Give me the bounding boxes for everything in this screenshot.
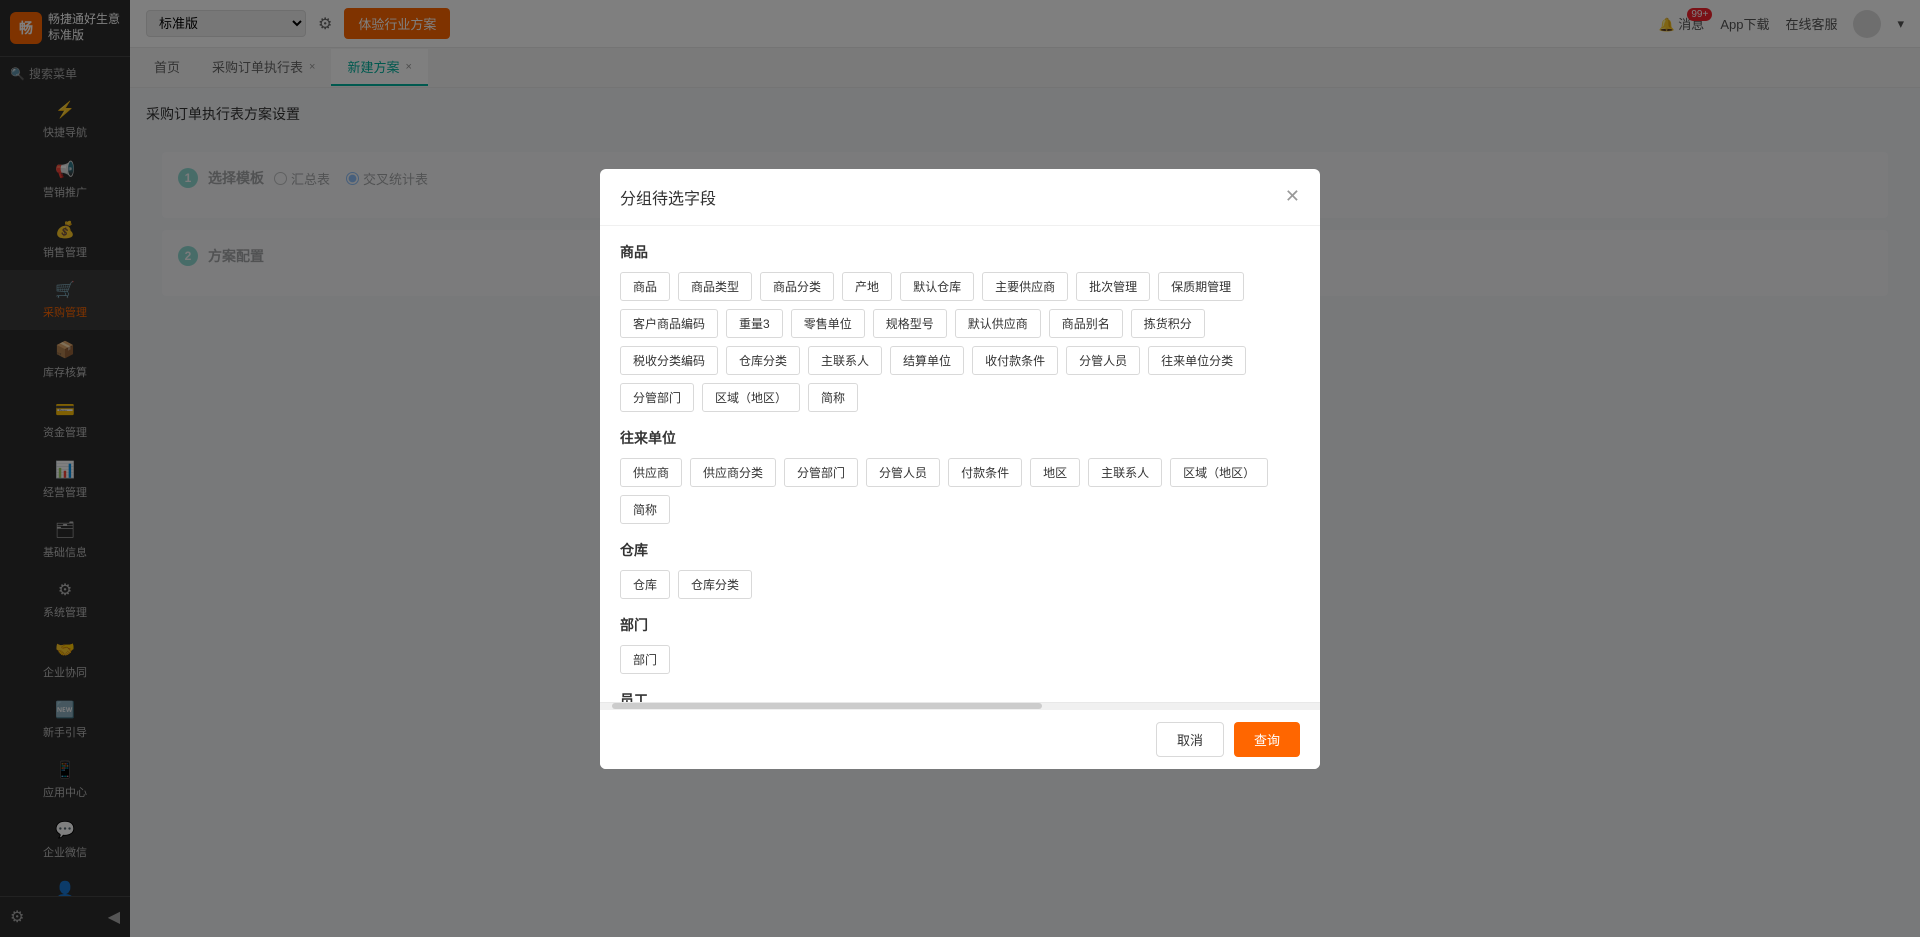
modal-footer: 取消 查询 — [600, 709, 1320, 769]
field-tag[interactable]: 分管人员 — [866, 458, 940, 487]
field-tag[interactable]: 地区 — [1030, 458, 1080, 487]
field-tag[interactable]: 主要供应商 — [982, 272, 1068, 301]
content: 采购订单执行表方案设置 1 选择模板 汇总表 交叉统计表 2 — [130, 88, 1920, 937]
section-product-fields: 商品 商品类型 商品分类 产地 默认仓库 主要供应商 批次管理 保质期管理 客户… — [620, 272, 1300, 412]
section-warehouse-title: 仓库 — [620, 540, 1300, 560]
field-tag[interactable]: 简称 — [808, 383, 858, 412]
modal-close-btn[interactable]: ✕ — [1285, 186, 1300, 207]
field-tag[interactable]: 部门 — [620, 645, 670, 674]
section-partner-title: 往来单位 — [620, 428, 1300, 448]
field-tag[interactable]: 商品类型 — [678, 272, 752, 301]
field-tag[interactable]: 分管人员 — [1066, 346, 1140, 375]
field-tag[interactable]: 仓库分类 — [678, 570, 752, 599]
field-select-modal: 分组待选字段 ✕ 商品 商品 商品类型 商品分类 产地 默认 — [600, 169, 1320, 769]
field-tag[interactable]: 供应商 — [620, 458, 682, 487]
field-tag[interactable]: 零售单位 — [791, 309, 865, 338]
field-tag[interactable]: 主联系人 — [808, 346, 882, 375]
hscroll-thumb — [612, 703, 1042, 709]
main-area: 标准版 ⚙ 体验行业方案 🔔 99+ 消息 App下载 在线客服 ▾ 首页 — [130, 0, 1920, 937]
field-tag[interactable]: 税收分类编码 — [620, 346, 718, 375]
modal-title: 分组待选字段 — [620, 185, 716, 209]
modal-header: 分组待选字段 ✕ — [600, 169, 1320, 226]
section-department-title: 部门 — [620, 615, 1300, 635]
section-partner-fields: 供应商 供应商分类 分管部门 分管人员 付款条件 地区 主联系人 区域（地区） … — [620, 458, 1300, 524]
section-department-fields: 部门 — [620, 645, 1300, 674]
field-tag[interactable]: 保质期管理 — [1158, 272, 1244, 301]
confirm-button[interactable]: 查询 — [1234, 722, 1300, 757]
section-warehouse: 仓库 仓库 仓库分类 — [620, 540, 1300, 599]
field-tag[interactable]: 往来单位分类 — [1148, 346, 1246, 375]
field-tag[interactable]: 供应商分类 — [690, 458, 776, 487]
field-tag[interactable]: 付款条件 — [948, 458, 1022, 487]
field-tag[interactable]: 默认供应商 — [955, 309, 1041, 338]
field-tag[interactable]: 拣货积分 — [1131, 309, 1205, 338]
modal-overlay: 分组待选字段 ✕ 商品 商品 商品类型 商品分类 产地 默认 — [130, 88, 1920, 937]
field-tag[interactable]: 商品 — [620, 272, 670, 301]
field-tag[interactable]: 重量3 — [726, 309, 783, 338]
field-tag[interactable]: 批次管理 — [1076, 272, 1150, 301]
field-tag[interactable]: 主联系人 — [1088, 458, 1162, 487]
field-tag[interactable]: 产地 — [842, 272, 892, 301]
section-product-title: 商品 — [620, 242, 1300, 262]
modal-body: 商品 商品 商品类型 商品分类 产地 默认仓库 主要供应商 批次管理 保质期管理 — [600, 226, 1320, 702]
field-tag[interactable]: 商品分类 — [760, 272, 834, 301]
modal-horizontal-scrollbar[interactable] — [600, 702, 1320, 709]
field-tag[interactable]: 默认仓库 — [900, 272, 974, 301]
field-tag[interactable]: 结算单位 — [890, 346, 964, 375]
section-department: 部门 部门 — [620, 615, 1300, 674]
section-product: 商品 商品 商品类型 商品分类 产地 默认仓库 主要供应商 批次管理 保质期管理 — [620, 242, 1300, 412]
field-tag[interactable]: 规格型号 — [873, 309, 947, 338]
field-tag[interactable]: 仓库分类 — [726, 346, 800, 375]
field-tag[interactable]: 商品别名 — [1049, 309, 1123, 338]
section-warehouse-fields: 仓库 仓库分类 — [620, 570, 1300, 599]
section-employee: 员工 业务员 — [620, 690, 1300, 702]
field-tag[interactable]: 区域（地区） — [1170, 458, 1268, 487]
field-tag[interactable]: 收付款条件 — [972, 346, 1058, 375]
section-partner: 往来单位 供应商 供应商分类 分管部门 分管人员 付款条件 地区 主联系人 区域… — [620, 428, 1300, 524]
field-tag[interactable]: 简称 — [620, 495, 670, 524]
field-tag[interactable]: 仓库 — [620, 570, 670, 599]
cancel-button[interactable]: 取消 — [1156, 722, 1224, 757]
field-tag[interactable]: 分管部门 — [784, 458, 858, 487]
field-tag[interactable]: 客户商品编码 — [620, 309, 718, 338]
field-tag[interactable]: 区域（地区） — [702, 383, 800, 412]
section-employee-title: 员工 — [620, 690, 1300, 702]
field-tag[interactable]: 分管部门 — [620, 383, 694, 412]
